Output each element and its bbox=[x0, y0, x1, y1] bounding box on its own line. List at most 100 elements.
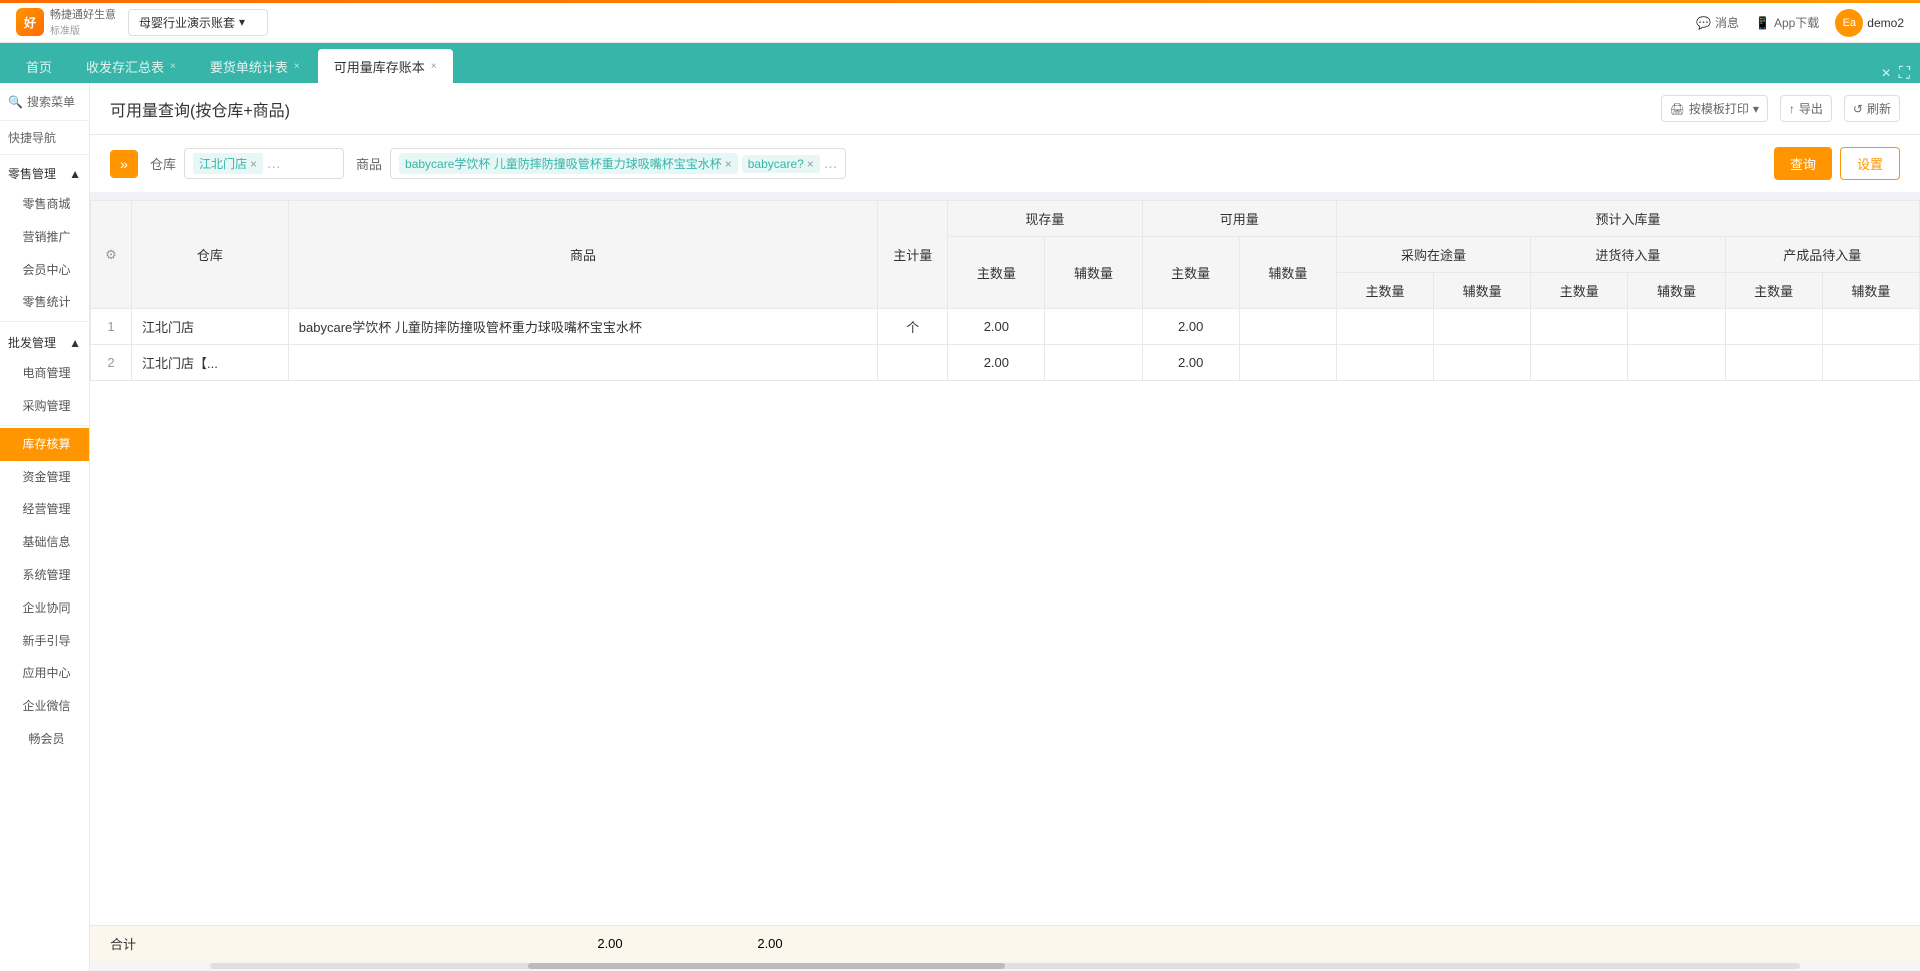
row-warehouse-2: 江北门店【... bbox=[132, 345, 289, 381]
sidebar-group-retail[interactable]: 零售管理 ▲ bbox=[0, 155, 89, 188]
tab-available-stock-label: 可用量库存账本 bbox=[334, 57, 425, 76]
filter-warehouse-group: 仓库 江北门店 × ... bbox=[150, 148, 344, 179]
print-chevron-icon: ▾ bbox=[1753, 102, 1759, 116]
avatar: Ea bbox=[1835, 9, 1863, 37]
top-bar: 好 畅捷通好生意 标准版 母婴行业演示账套 ▾ 💬 消息 📱 App下载 Ea … bbox=[0, 3, 1920, 43]
row-product-2 bbox=[288, 345, 877, 381]
product-ellipsis[interactable]: ... bbox=[824, 155, 837, 173]
sidebar-item-purchase[interactable]: 采购管理 bbox=[0, 390, 89, 423]
table-footer: 合计 2.00 2.00 bbox=[90, 925, 1920, 961]
row-products-pending-aux-1 bbox=[1822, 309, 1919, 345]
sidebar-item-operations[interactable]: 经营管理 bbox=[0, 493, 89, 526]
filter-expand-btn[interactable]: » bbox=[110, 150, 138, 178]
close-all-tabs-btn[interactable]: × bbox=[1881, 65, 1890, 83]
tab-receive-summary-close[interactable]: × bbox=[170, 61, 176, 72]
user-profile[interactable]: Ea demo2 bbox=[1835, 9, 1904, 37]
quick-nav-label: 快捷导航 bbox=[8, 129, 56, 146]
message-label: 消息 bbox=[1715, 14, 1739, 31]
tab-available-stock[interactable]: 可用量库存账本 × bbox=[318, 49, 453, 83]
sidebar-item-retail-store[interactable]: 零售商城 bbox=[0, 188, 89, 221]
tab-order-stats[interactable]: 要货单统计表 × bbox=[194, 49, 316, 83]
search-icon: 🔍 bbox=[8, 95, 23, 109]
print-template-btn[interactable]: 🖨 按模板打印 ▾ bbox=[1661, 95, 1768, 122]
app-download-action[interactable]: 📱 App下载 bbox=[1755, 14, 1819, 31]
main-layout: 🔍 搜索菜单 快捷导航 零售管理 ▲ 零售商城 营销推广 会员中心 零售统计 批… bbox=[0, 83, 1920, 971]
th-products-pending-main: 主数量 bbox=[1725, 273, 1822, 309]
export-btn[interactable]: ↑ 导出 bbox=[1780, 95, 1832, 122]
sidebar-item-marketing[interactable]: 营销推广 bbox=[0, 221, 89, 254]
row-incoming-main-2 bbox=[1531, 345, 1628, 381]
sidebar-group-wholesale[interactable]: 批发管理 ▲ bbox=[0, 324, 89, 357]
scroll-thumb[interactable] bbox=[528, 963, 1005, 969]
sidebar-item-retail-stats[interactable]: 零售统计 bbox=[0, 286, 89, 319]
row-stock-aux-2 bbox=[1045, 345, 1142, 381]
top-bar-right: 💬 消息 📱 App下载 Ea demo2 bbox=[1696, 9, 1904, 37]
th-stock-main: 主数量 bbox=[948, 237, 1045, 309]
sidebar-item-system[interactable]: 系统管理 bbox=[0, 559, 89, 592]
warehouse-ellipsis[interactable]: ... bbox=[267, 155, 280, 173]
app-icon: 📱 bbox=[1755, 16, 1770, 30]
th-incoming-main: 主数量 bbox=[1531, 273, 1628, 309]
tenant-selector[interactable]: 母婴行业演示账套 ▾ bbox=[128, 9, 268, 36]
sidebar-divider-1 bbox=[0, 321, 89, 322]
sidebar-item-basics[interactable]: 基础信息 bbox=[0, 526, 89, 559]
sidebar-item-wechat[interactable]: 企业微信 bbox=[0, 690, 89, 723]
refresh-btn[interactable]: ↺ 刷新 bbox=[1844, 95, 1900, 122]
sidebar-search[interactable]: 🔍 搜索菜单 bbox=[0, 83, 89, 121]
th-expected-inbound: 预计入库量 bbox=[1336, 201, 1919, 237]
logo-text-block: 畅捷通好生意 标准版 bbox=[50, 8, 116, 37]
product-tag-container[interactable]: babycare学饮杯 儿童防摔防撞吸管杯重力球吸嘴杯宝宝水杯 × babyca… bbox=[390, 148, 846, 179]
row-purch-transit-main-1 bbox=[1336, 309, 1433, 345]
logo-text: 畅捷通好生意 bbox=[50, 8, 116, 22]
tab-receive-summary-label: 收发存汇总表 bbox=[86, 57, 164, 76]
refresh-label: 刷新 bbox=[1867, 100, 1891, 117]
wholesale-group-label: 批发管理 bbox=[8, 334, 56, 351]
horizontal-scrollbar[interactable] bbox=[90, 961, 1920, 971]
sidebar-item-app-center[interactable]: 应用中心 bbox=[0, 657, 89, 690]
table-wrapper: ⚙ 仓库 商品 主计量 现存量 可用量 预计入库量 主数量 辅数量 主数量 辅数… bbox=[90, 200, 1920, 925]
footer-label: 合计 bbox=[100, 934, 220, 953]
sidebar-item-ecommerce[interactable]: 电商管理 bbox=[0, 357, 89, 390]
th-warehouse: 仓库 bbox=[132, 201, 289, 309]
sidebar-item-inventory[interactable]: 库存核算 bbox=[0, 428, 89, 461]
chevron-down-icon: ▾ bbox=[239, 15, 245, 29]
scroll-track[interactable] bbox=[210, 963, 1800, 969]
settings-gear-icon[interactable]: ⚙ bbox=[101, 245, 121, 265]
row-unit-1: 个 bbox=[878, 309, 948, 345]
tab-available-stock-close[interactable]: × bbox=[431, 61, 437, 72]
export-label: 导出 bbox=[1799, 100, 1823, 117]
footer-avail-main: 2.00 bbox=[730, 936, 810, 951]
setting-btn-label: 设置 bbox=[1857, 157, 1883, 172]
row-product-1: babycare学饮杯 儿童防摔防撞吸管杯重力球吸嘴杯宝宝水杯 bbox=[288, 309, 877, 345]
th-purch-transit: 采购在途量 bbox=[1336, 237, 1530, 273]
sidebar-item-member[interactable]: 畅会员 bbox=[0, 723, 89, 756]
tab-home[interactable]: 首页 bbox=[10, 49, 68, 83]
sidebar-divider-2 bbox=[0, 425, 89, 426]
export-icon: ↑ bbox=[1789, 102, 1795, 116]
query-btn[interactable]: 查询 bbox=[1774, 147, 1832, 180]
sidebar-quick-nav[interactable]: 快捷导航 bbox=[0, 121, 89, 155]
row-avail-main-1: 2.00 bbox=[1142, 309, 1239, 345]
product-tag-close[interactable]: × bbox=[725, 157, 732, 171]
row-avail-aux-1 bbox=[1239, 309, 1336, 345]
sidebar-item-enterprise[interactable]: 企业协同 bbox=[0, 592, 89, 625]
expand-tabs-btn[interactable]: ⛶ bbox=[1899, 65, 1910, 83]
th-stock-aux: 辅数量 bbox=[1045, 237, 1142, 309]
th-avail-aux: 辅数量 bbox=[1239, 237, 1336, 309]
warehouse-tag-close[interactable]: × bbox=[250, 157, 257, 171]
tab-order-stats-close[interactable]: × bbox=[294, 61, 300, 72]
logo-icon: 好 bbox=[16, 8, 44, 36]
sidebar-item-newbie[interactable]: 新手引导 bbox=[0, 625, 89, 658]
th-products-pending-aux: 辅数量 bbox=[1822, 273, 1919, 309]
product-tag2-close[interactable]: × bbox=[807, 157, 814, 171]
setting-btn[interactable]: 设置 bbox=[1840, 147, 1900, 180]
row-stock-main-2: 2.00 bbox=[948, 345, 1045, 381]
message-action[interactable]: 💬 消息 bbox=[1696, 14, 1739, 31]
tab-receive-summary[interactable]: 收发存汇总表 × bbox=[70, 49, 192, 83]
warehouse-tag-text: 江北门店 bbox=[199, 155, 247, 172]
warehouse-tag-container[interactable]: 江北门店 × ... bbox=[184, 148, 344, 179]
sidebar-item-membership[interactable]: 会员中心 bbox=[0, 254, 89, 287]
sidebar-item-finance[interactable]: 资金管理 bbox=[0, 461, 89, 494]
row-incoming-aux-1 bbox=[1628, 309, 1725, 345]
product-tag-babycare: babycare学饮杯 儿童防摔防撞吸管杯重力球吸嘴杯宝宝水杯 × bbox=[399, 153, 738, 174]
